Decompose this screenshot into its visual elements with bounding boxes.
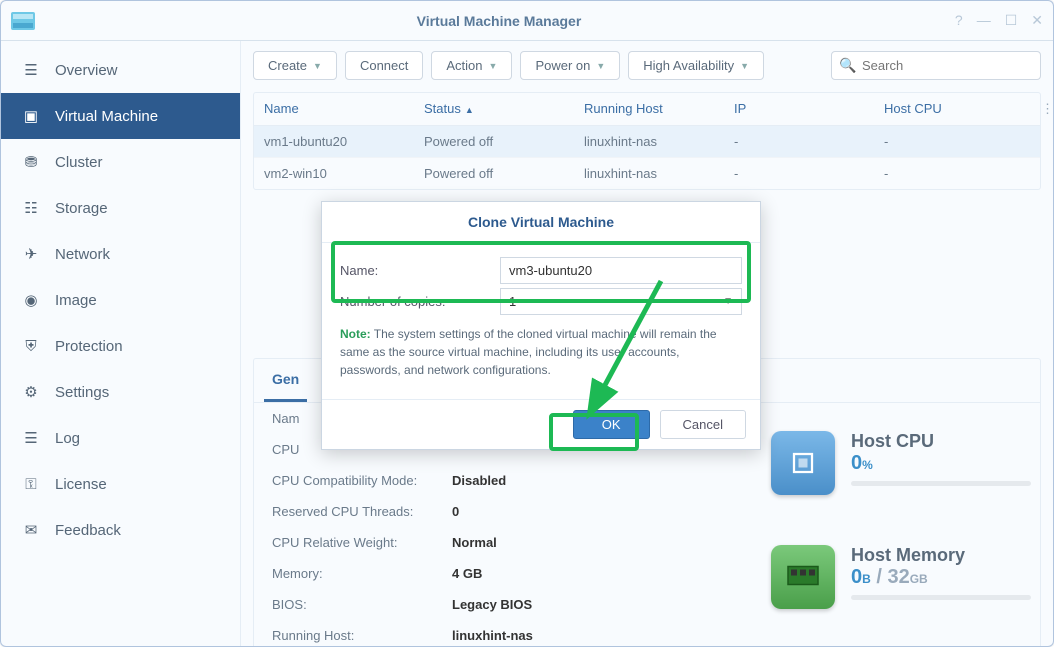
cpu-icon <box>771 431 835 495</box>
chevron-down-icon: ▼ <box>489 61 498 71</box>
memory-icon <box>771 545 835 609</box>
help-icon[interactable]: ? <box>955 12 963 29</box>
more-columns-icon[interactable]: ⋮ <box>1034 101 1053 117</box>
search-box: 🔍 <box>831 51 1041 80</box>
app-icon <box>11 12 35 30</box>
copies-select[interactable]: 1 ▼ <box>500 288 742 315</box>
close-icon[interactable]: ✕ <box>1031 12 1043 29</box>
sidebar-item-image[interactable]: ◉Image <box>1 277 240 323</box>
memory-bar <box>851 595 1031 600</box>
vm-table: Name Status▲ Running Host IP Host CPU ⋮ … <box>253 92 1041 190</box>
name-label: Name: <box>340 263 500 278</box>
high-availability-button[interactable]: High Availability▼ <box>628 51 764 80</box>
window-title: Virtual Machine Manager <box>43 13 955 29</box>
chevron-down-icon: ▼ <box>596 61 605 71</box>
sidebar-item-log[interactable]: ☰Log <box>1 415 240 461</box>
col-host-cpu[interactable]: Host CPU <box>884 101 1034 117</box>
app-window: Virtual Machine Manager ? — ☐ ✕ ☰Overvie… <box>0 0 1054 647</box>
table-row[interactable]: vm2-win10 Powered off linuxhint-nas - - <box>254 158 1040 189</box>
sidebar-item-feedback[interactable]: ✉Feedback <box>1 507 240 553</box>
key-icon: ⚿ <box>21 475 41 493</box>
sidebar-item-protection[interactable]: ⛨Protection <box>1 323 240 369</box>
vm-icon: ▣ <box>21 107 41 125</box>
protection-icon: ⛨ <box>21 337 41 355</box>
stats-panel: Host CPU 0% Host Memory 0B / 32GB <box>771 431 1031 646</box>
sort-asc-icon: ▲ <box>465 105 474 115</box>
clone-vm-dialog: Clone Virtual Machine Name: Number of co… <box>321 201 761 450</box>
storage-icon: ☷ <box>21 199 41 217</box>
col-status[interactable]: Status▲ <box>424 101 584 117</box>
table-row[interactable]: vm1-ubuntu20 Powered off linuxhint-nas -… <box>254 126 1040 158</box>
sidebar-item-overview[interactable]: ☰Overview <box>1 47 240 93</box>
sidebar: ☰Overview ▣Virtual Machine ⛃Cluster ☷Sto… <box>1 41 241 646</box>
sidebar-item-storage[interactable]: ☷Storage <box>1 185 240 231</box>
sidebar-item-cluster[interactable]: ⛃Cluster <box>1 139 240 185</box>
titlebar: Virtual Machine Manager ? — ☐ ✕ <box>1 1 1053 41</box>
action-button[interactable]: Action▼ <box>431 51 512 80</box>
dialog-title: Clone Virtual Machine <box>322 202 760 243</box>
sidebar-item-network[interactable]: ✈Network <box>1 231 240 277</box>
note-text: Note: The system settings of the cloned … <box>340 325 742 379</box>
name-field[interactable] <box>500 257 742 284</box>
chevron-down-icon: ▼ <box>723 296 733 307</box>
create-button[interactable]: Create▼ <box>253 51 337 80</box>
minimize-icon[interactable]: — <box>977 12 991 29</box>
cluster-icon: ⛃ <box>21 153 41 171</box>
sidebar-item-settings[interactable]: ⚙Settings <box>1 369 240 415</box>
network-icon: ✈ <box>21 245 41 263</box>
copies-label: Number of copies: <box>340 294 500 309</box>
search-input[interactable] <box>831 51 1041 80</box>
col-running-host[interactable]: Running Host <box>584 101 734 117</box>
tab-general[interactable]: Gen <box>264 359 307 402</box>
power-on-button[interactable]: Power on▼ <box>520 51 620 80</box>
connect-button[interactable]: Connect <box>345 51 423 80</box>
sidebar-item-virtual-machine[interactable]: ▣Virtual Machine <box>1 93 240 139</box>
sidebar-item-license[interactable]: ⚿License <box>1 461 240 507</box>
maximize-icon[interactable]: ☐ <box>1005 12 1018 29</box>
gear-icon: ⚙ <box>21 383 41 401</box>
search-icon: 🔍 <box>839 57 856 74</box>
chevron-down-icon: ▼ <box>740 61 749 71</box>
cpu-bar <box>851 481 1031 486</box>
ok-button[interactable]: OK <box>573 410 650 439</box>
host-memory-stat: Host Memory 0B / 32GB <box>771 545 1031 609</box>
col-ip[interactable]: IP <box>734 101 884 117</box>
host-cpu-stat: Host CPU 0% <box>771 431 1031 495</box>
image-icon: ◉ <box>21 291 41 309</box>
mail-icon: ✉ <box>21 521 41 539</box>
log-icon: ☰ <box>21 429 41 447</box>
overview-icon: ☰ <box>21 61 41 79</box>
toolbar: Create▼ Connect Action▼ Power on▼ High A… <box>253 51 1041 80</box>
cancel-button[interactable]: Cancel <box>660 410 746 439</box>
table-header: Name Status▲ Running Host IP Host CPU ⋮ <box>254 93 1040 126</box>
chevron-down-icon: ▼ <box>313 61 322 71</box>
col-name[interactable]: Name <box>264 101 424 117</box>
